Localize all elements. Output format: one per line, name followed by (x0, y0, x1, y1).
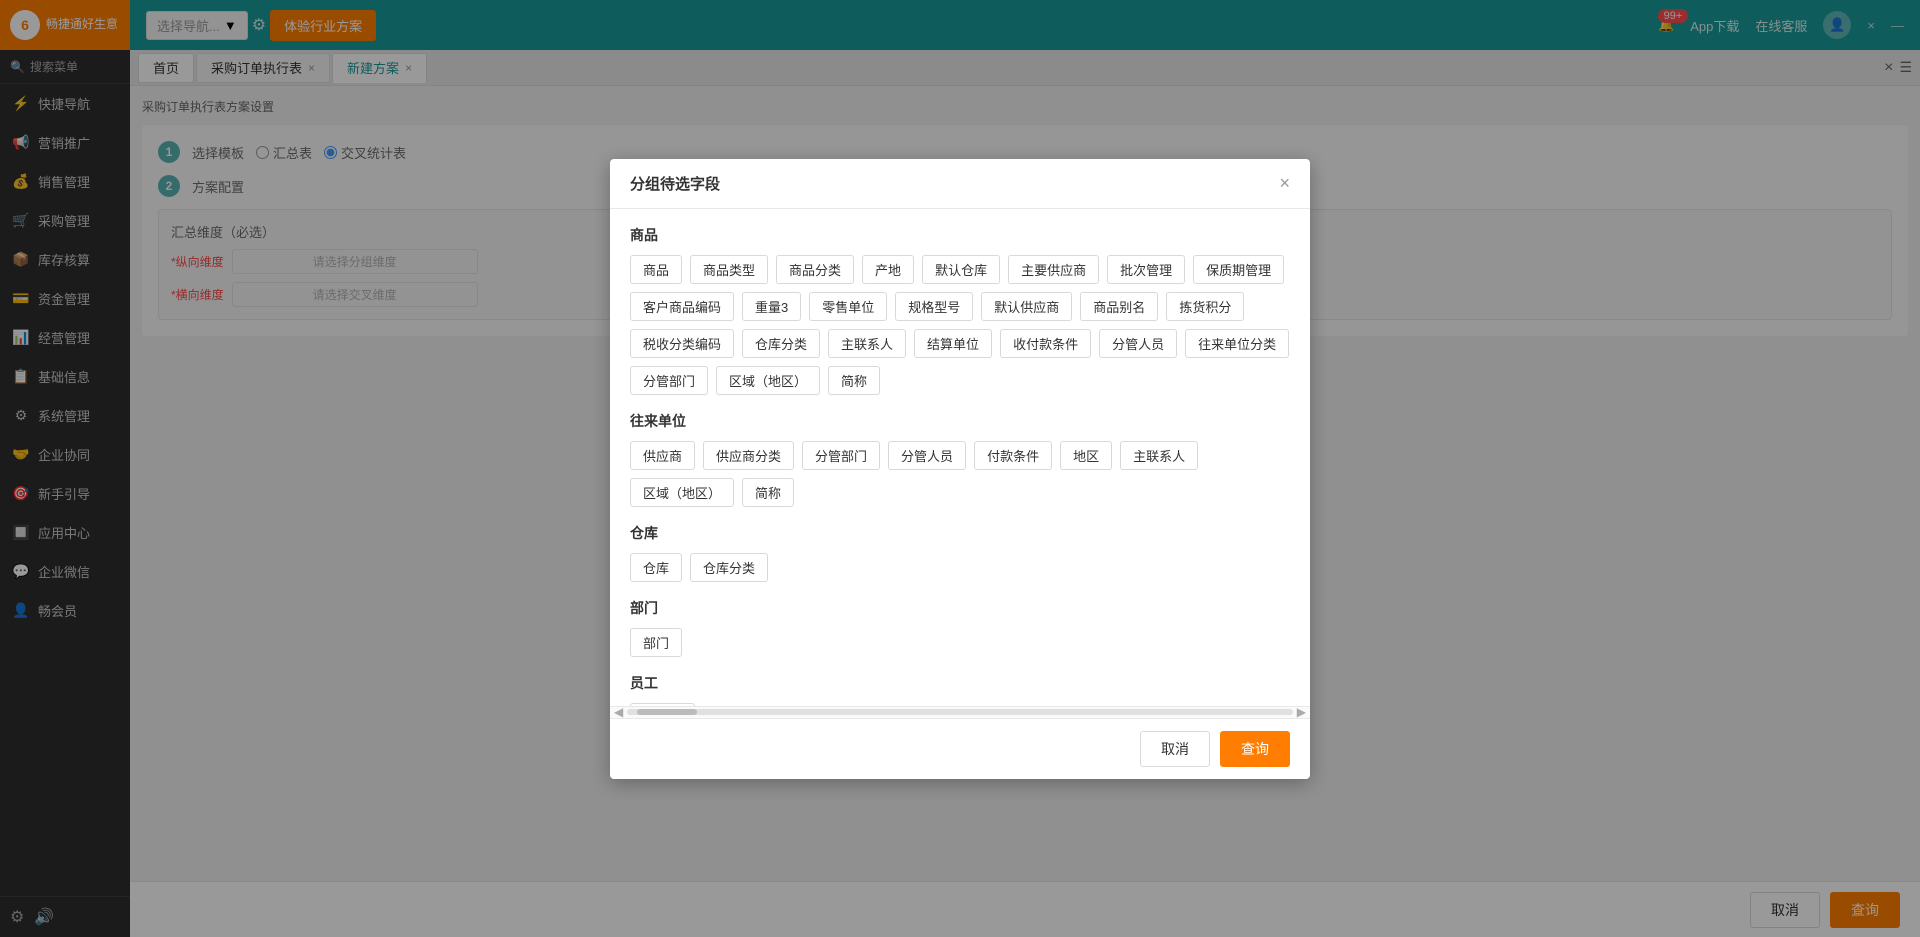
section-warehouse-title: 仓库 (630, 523, 1290, 543)
field-tag[interactable]: 重量3 (742, 292, 801, 321)
field-tag[interactable]: 拣货积分 (1166, 292, 1244, 321)
section-department-title: 部门 (630, 598, 1290, 618)
goods-fields: 商品 商品类型 商品分类 产地 默认仓库 主要供应商 批次管理 保质期管理 客户… (630, 255, 1290, 395)
section-partner-title: 往来单位 (630, 411, 1290, 431)
modal-close-button[interactable]: × (1279, 173, 1290, 194)
field-tag[interactable]: 商品分类 (776, 255, 854, 284)
field-tag[interactable]: 供应商 (630, 441, 695, 470)
modal-body: 商品 商品 商品类型 商品分类 产地 默认仓库 主要供应商 批次管理 保质期管理… (610, 209, 1310, 706)
field-tag[interactable]: 产地 (862, 255, 914, 284)
section-department: 部门 部门 (630, 598, 1290, 657)
field-tag[interactable]: 仓库分类 (690, 553, 768, 582)
modal-dialog: 分组待选字段 × 商品 商品 商品类型 商品分类 产地 默认仓库 主要供应商 批… (610, 159, 1310, 779)
field-tag[interactable]: 部门 (630, 628, 682, 657)
section-employee: 员工 业务员 (630, 673, 1290, 706)
field-tag[interactable]: 区域（地区） (716, 366, 820, 395)
field-tag[interactable]: 税收分类编码 (630, 329, 734, 358)
section-warehouse: 仓库 仓库 仓库分类 (630, 523, 1290, 582)
modal-footer: 取消 查询 (610, 718, 1310, 779)
field-tag[interactable]: 区域（地区） (630, 478, 734, 507)
field-tag[interactable]: 默认供应商 (981, 292, 1072, 321)
modal-title: 分组待选字段 (630, 173, 720, 194)
field-tag[interactable]: 默认仓库 (922, 255, 1000, 284)
modal-overlay[interactable]: 分组待选字段 × 商品 商品 商品类型 商品分类 产地 默认仓库 主要供应商 批… (0, 0, 1920, 937)
section-employee-title: 员工 (630, 673, 1290, 693)
field-tag[interactable]: 分管人员 (888, 441, 966, 470)
modal-cancel-button[interactable]: 取消 (1140, 731, 1210, 767)
section-goods-title: 商品 (630, 225, 1290, 245)
hscroll-thumb[interactable] (637, 709, 697, 715)
hscroll-track (627, 709, 1293, 715)
section-goods: 商品 商品 商品类型 商品分类 产地 默认仓库 主要供应商 批次管理 保质期管理… (630, 225, 1290, 395)
field-tag[interactable]: 分管人员 (1099, 329, 1177, 358)
field-tag[interactable]: 分管部门 (802, 441, 880, 470)
field-tag[interactable]: 主联系人 (1120, 441, 1198, 470)
modal-hscroll[interactable]: ◀ ▶ (610, 706, 1310, 718)
field-tag[interactable]: 结算单位 (914, 329, 992, 358)
field-tag[interactable]: 付款条件 (974, 441, 1052, 470)
section-partner: 往来单位 供应商 供应商分类 分管部门 分管人员 付款条件 地区 主联系人 区域… (630, 411, 1290, 507)
field-tag[interactable]: 客户商品编码 (630, 292, 734, 321)
warehouse-fields: 仓库 仓库分类 (630, 553, 1290, 582)
field-tag[interactable]: 商品别名 (1080, 292, 1158, 321)
field-tag[interactable]: 仓库 (630, 553, 682, 582)
field-tag[interactable]: 商品类型 (690, 255, 768, 284)
field-tag[interactable]: 零售单位 (809, 292, 887, 321)
field-tag[interactable]: 主联系人 (828, 329, 906, 358)
partner-fields: 供应商 供应商分类 分管部门 分管人员 付款条件 地区 主联系人 区域（地区） … (630, 441, 1290, 507)
field-tag[interactable]: 仓库分类 (742, 329, 820, 358)
field-tag[interactable]: 简称 (742, 478, 794, 507)
field-tag[interactable]: 收付款条件 (1000, 329, 1091, 358)
department-fields: 部门 (630, 628, 1290, 657)
field-tag[interactable]: 保质期管理 (1193, 255, 1284, 284)
field-tag[interactable]: 批次管理 (1107, 255, 1185, 284)
field-tag[interactable]: 分管部门 (630, 366, 708, 395)
field-tag[interactable]: 主要供应商 (1008, 255, 1099, 284)
field-tag[interactable]: 商品 (630, 255, 682, 284)
field-tag[interactable]: 地区 (1060, 441, 1112, 470)
field-tag[interactable]: 供应商分类 (703, 441, 794, 470)
field-tag[interactable]: 简称 (828, 366, 880, 395)
modal-header: 分组待选字段 × (610, 159, 1310, 209)
field-tag[interactable]: 往来单位分类 (1185, 329, 1289, 358)
field-tag[interactable]: 规格型号 (895, 292, 973, 321)
modal-confirm-button[interactable]: 查询 (1220, 731, 1290, 767)
